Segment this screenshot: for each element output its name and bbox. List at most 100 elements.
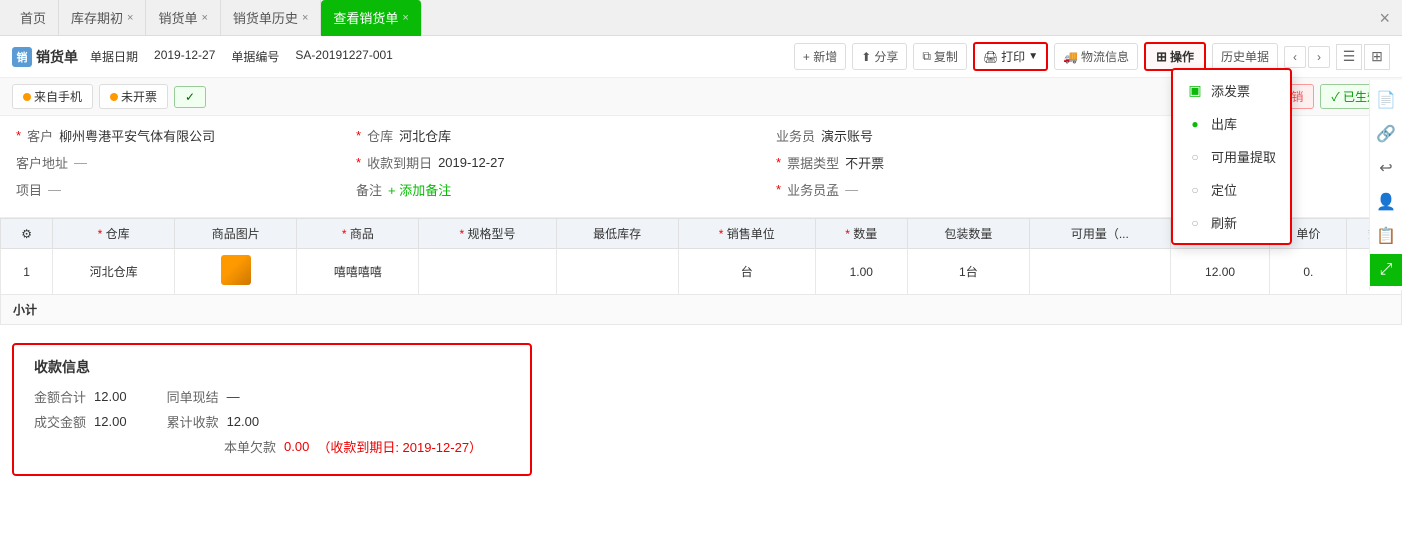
warehouse-label: 仓库 [367, 126, 393, 145]
share-button[interactable]: ⬆ 分享 [852, 43, 907, 70]
not-opened-label: 未开票 [121, 88, 157, 105]
menu-available-qty[interactable]: ○ 可用量提取 [1173, 140, 1290, 173]
menu-locate[interactable]: ○ 定位 [1173, 173, 1290, 206]
menu-refresh[interactable]: ○ 刷新 [1173, 206, 1290, 239]
product-thumbnail [221, 255, 251, 285]
due-date-value[interactable]: 2019-12-27 [438, 155, 505, 170]
menu-add-invoice-label: 添发票 [1211, 81, 1250, 100]
cell-spec [419, 249, 556, 295]
deal-amount-value: 12.00 [94, 414, 127, 429]
project-value: — [48, 182, 61, 197]
same-settle-value: — [227, 389, 240, 404]
address-field: 客户地址 — [16, 153, 216, 172]
cumulative-received-value: 12.00 [227, 414, 260, 429]
remark-field: 备注 + 添加备注 [356, 180, 556, 199]
check-icon: ✓ [185, 90, 195, 104]
add-remark-button[interactable]: + 添加备注 [388, 180, 451, 199]
cell-pack-qty: 1台 [907, 249, 1029, 295]
subtotal-label: 小计 [1, 295, 1402, 325]
menu-refresh-label: 刷新 [1211, 213, 1237, 232]
deal-amount-label: 成交金额 [34, 412, 86, 431]
tab-sales-label: 销货单 [158, 8, 197, 27]
payment-info: 收款信息 金额合计 12.00 同单现结 — 成交金额 12.00 累计收款 [12, 343, 532, 476]
available-qty-icon: ○ [1187, 149, 1203, 165]
doc-type-label: 销货单 [36, 47, 78, 67]
right-icon-return[interactable]: ↩ [1370, 152, 1402, 184]
menu-outbound[interactable]: ● 出库 [1173, 107, 1290, 140]
tab-view-sales[interactable]: 查看销货单 × [321, 0, 421, 36]
doc-number-label: 单据编号 [231, 48, 279, 65]
tab-bar: 首页 库存期初 × 销货单 × 销货单历史 × 查看销货单 × × [0, 0, 1402, 36]
col-spec: * 规格型号 [419, 219, 556, 249]
logistics-button[interactable]: 🚚 物流信息 [1054, 43, 1138, 70]
empty-item [34, 437, 184, 456]
customer-value[interactable]: 柳州粤港平安气体有限公司 [59, 126, 215, 145]
outbound-icon: ● [1187, 116, 1203, 132]
project-label: 项目 [16, 180, 42, 199]
warehouse-value[interactable]: 河北仓库 [399, 126, 451, 145]
next-arrow[interactable]: › [1308, 46, 1330, 68]
tab-home[interactable]: 首页 [8, 0, 59, 36]
history-button[interactable]: 历史单据 [1212, 43, 1278, 70]
col-qty: * 数量 [815, 219, 907, 249]
payment-total-label: 金额合计 [34, 387, 86, 406]
prev-arrow[interactable]: ‹ [1284, 46, 1306, 68]
refresh-icon: ○ [1187, 215, 1203, 231]
tab-sales-order[interactable]: 销货单 × [146, 0, 220, 36]
locate-icon: ○ [1187, 182, 1203, 198]
payment-row-1: 金额合计 12.00 同单现结 — [34, 387, 510, 406]
ticket-field: * 票据类型 不开票 [776, 153, 976, 172]
col-product: * 商品 [297, 219, 419, 249]
right-icon-clipboard[interactable]: 📋 [1370, 220, 1402, 252]
list-view-button[interactable]: ☰ [1336, 44, 1362, 70]
outstanding-label: 本单欠款 [224, 437, 276, 456]
not-opened-dot [110, 93, 118, 101]
doc-number-value: SA-20191227-001 [295, 48, 392, 65]
staff2-required: * [776, 182, 781, 197]
right-icon-user[interactable]: 👤 [1370, 186, 1402, 218]
cumulative-received-label: 累计收款 [167, 412, 219, 431]
tab-sales-history[interactable]: 销货单历史 × [221, 0, 321, 36]
tab-inventory-label: 库存期初 [71, 8, 123, 27]
customer-field: * 客户 柳州粤港平安气体有限公司 [16, 126, 216, 145]
grid-view-button[interactable]: ⊞ [1364, 44, 1390, 70]
tab-inventory-init[interactable]: 库存期初 × [59, 0, 146, 36]
right-icon-expand[interactable]: ⤢ [1370, 254, 1402, 286]
from-mobile-label: 来自手机 [34, 88, 82, 105]
right-icon-link[interactable]: 🔗 [1370, 118, 1402, 150]
new-button[interactable]: + 新增 [794, 43, 846, 70]
staff-label: 业务员 [776, 126, 815, 145]
payment-row-2: 成交金额 12.00 累计收款 12.00 [34, 412, 510, 431]
menu-locate-label: 定位 [1211, 180, 1237, 199]
print-button[interactable]: 🖨 打印 ▼ [973, 42, 1048, 71]
right-icon-doc[interactable]: 📄 [1370, 84, 1402, 116]
ops-button[interactable]: ⊞ 操作 [1144, 42, 1206, 71]
tab-home-label: 首页 [20, 8, 46, 27]
from-mobile-button[interactable]: 来自手机 [12, 84, 93, 109]
close-history-tab[interactable]: × [302, 12, 308, 24]
same-settle-label: 同单现结 [167, 387, 219, 406]
cell-stock: 12.00 [1170, 249, 1270, 295]
close-sales-tab[interactable]: × [201, 12, 207, 24]
col-settings[interactable]: ⚙ [1, 219, 53, 249]
due-date-label: 收款到期日 [367, 153, 432, 172]
window-close-button[interactable]: × [1379, 8, 1390, 29]
menu-add-invoice[interactable]: ▣ 添发票 [1173, 74, 1290, 107]
outstanding-note: （收款到期日: 2019-12-27） [317, 437, 482, 456]
project-field: 项目 — [16, 180, 216, 199]
menu-available-qty-label: 可用量提取 [1211, 147, 1276, 166]
close-inventory-tab[interactable]: × [127, 12, 133, 24]
doc-meta: 单据日期 2019-12-27 单据编号 SA-20191227-001 [90, 48, 393, 65]
close-view-sales-tab[interactable]: × [402, 12, 408, 24]
not-opened-button[interactable]: 未开票 [99, 84, 168, 109]
address-label: 客户地址 [16, 153, 68, 172]
print-button-label: 打印 [1001, 48, 1025, 65]
bottom-section: 收款信息 金额合计 12.00 同单现结 — 成交金额 12.00 累计收款 [0, 325, 1402, 494]
staff2-label: 业务员孟 [787, 180, 839, 199]
doc-date-label: 单据日期 [90, 48, 138, 65]
check-button[interactable]: ✓ [174, 86, 206, 108]
copy-button[interactable]: ⧉ 复制 [913, 43, 967, 70]
copy-button-label: 复制 [934, 48, 958, 65]
ticket-value: 不开票 [845, 153, 884, 172]
doc-type-icon: 销 [12, 47, 32, 67]
